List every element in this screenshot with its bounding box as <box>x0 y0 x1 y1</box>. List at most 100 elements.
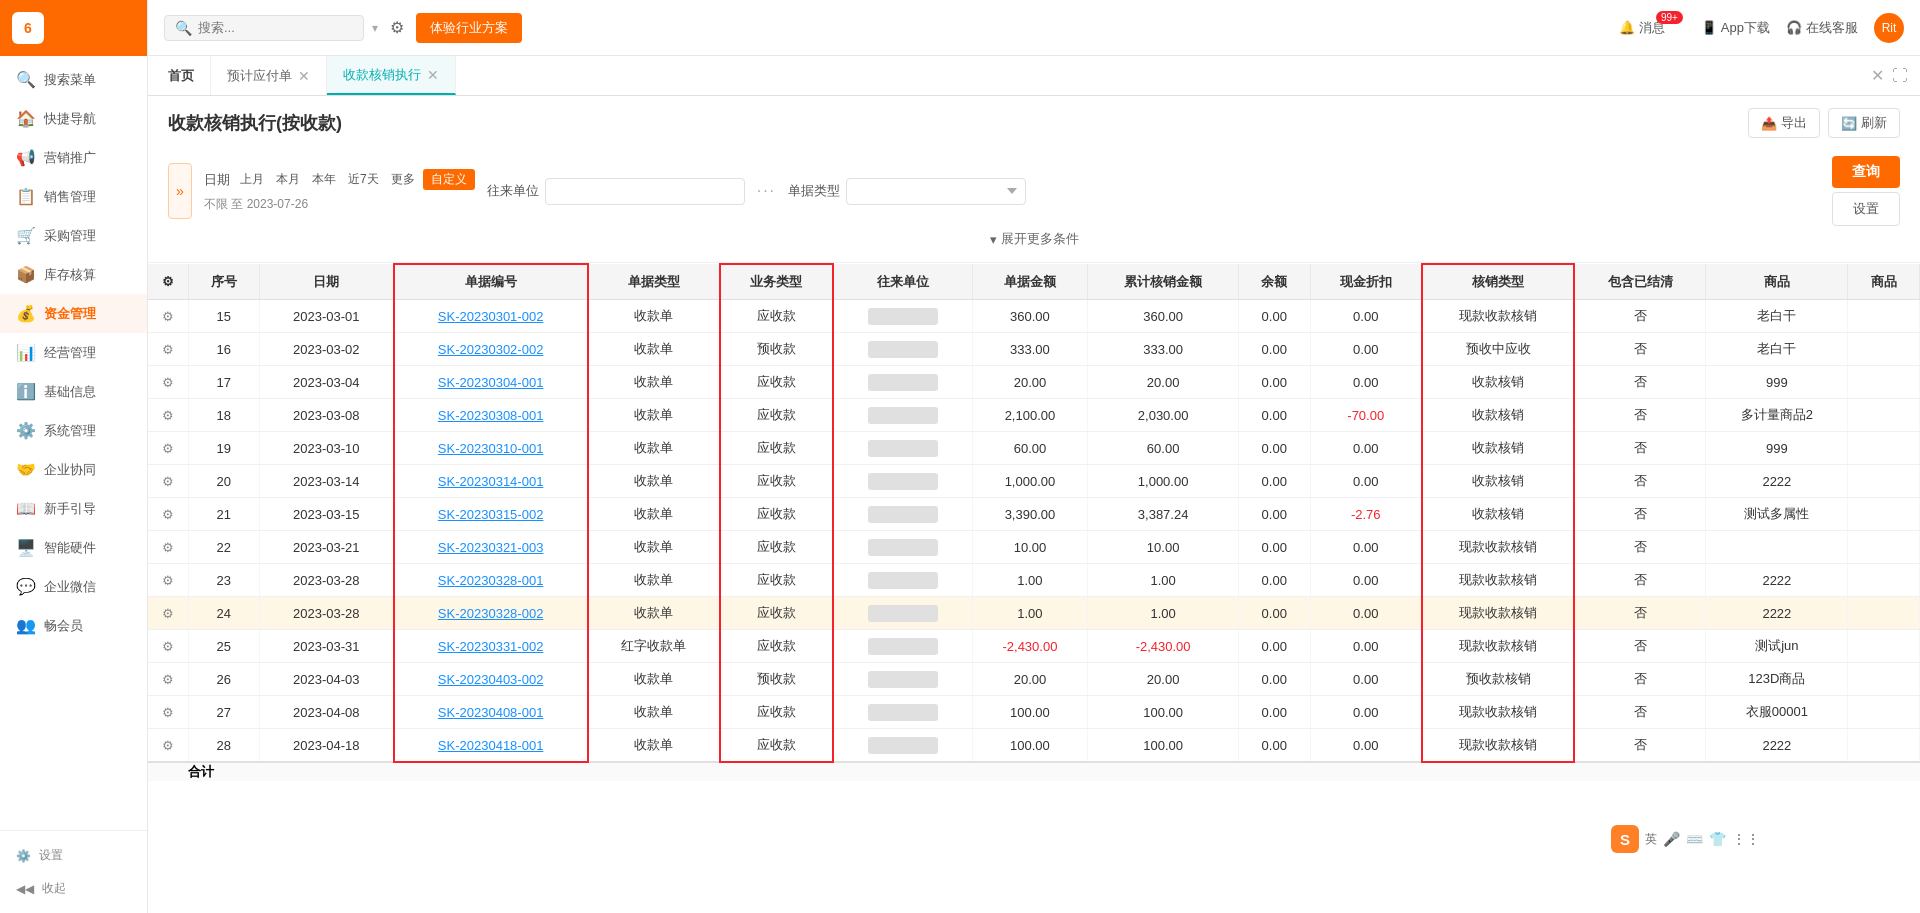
cell-amount: 1.00 <box>972 564 1088 597</box>
cell-gear[interactable]: ⚙ <box>148 597 188 630</box>
cell-vertype: 预收中应收 <box>1422 333 1574 366</box>
partner-cell-value <box>868 440 938 457</box>
expand-conditions-btn[interactable]: ▾ 展开更多条件 <box>168 226 1900 252</box>
cell-product2 <box>1848 498 1920 531</box>
topbar-search-box[interactable]: 🔍 <box>164 15 364 41</box>
filter-settings-button[interactable]: 设置 <box>1832 192 1900 226</box>
sidebar-item-operations[interactable]: 📊 经营管理 <box>0 333 147 372</box>
cell-settled: 否 <box>1574 729 1706 763</box>
sidebar-item-purchase[interactable]: 🛒 采购管理 <box>0 216 147 255</box>
table-row: ⚙ 24 2023-03-28 SK-20230328-002 收款单 应收款 … <box>148 597 1920 630</box>
cell-biztype: 应收款 <box>720 630 833 663</box>
cell-cumamt: 333.00 <box>1088 333 1239 366</box>
date-last-month[interactable]: 上月 <box>236 169 268 190</box>
cell-gear[interactable]: ⚙ <box>148 663 188 696</box>
sidebar-item-inventory[interactable]: 📦 库存核算 <box>0 255 147 294</box>
online-service-button[interactable]: 🎧 在线客服 <box>1786 19 1858 37</box>
topbar-gear-icon[interactable]: ⚙ <box>386 14 408 41</box>
date-this-month[interactable]: 本月 <box>272 169 304 190</box>
tab-maximize-icon[interactable]: ⛶ <box>1892 67 1908 85</box>
docno-link[interactable]: SK-20230301-002 <box>438 309 544 324</box>
tab-prepayments-close[interactable]: ✕ <box>298 68 310 84</box>
tab-prepayments-label: 预计应付单 <box>227 67 292 85</box>
sidebar-item-basics[interactable]: ℹ️ 基础信息 <box>0 372 147 411</box>
cell-product: 2222 <box>1706 564 1848 597</box>
topbar-chevron-icon[interactable]: ▾ <box>372 21 378 35</box>
refresh-button[interactable]: 🔄 刷新 <box>1828 108 1900 138</box>
sidebar-item-marketing[interactable]: 📢 营销推广 <box>0 138 147 177</box>
docno-link[interactable]: SK-20230304-001 <box>438 375 544 390</box>
date-this-year[interactable]: 本年 <box>308 169 340 190</box>
cell-gear[interactable]: ⚙ <box>148 531 188 564</box>
date-7days[interactable]: 近7天 <box>344 169 383 190</box>
cell-no: 26 <box>188 663 260 696</box>
cell-partner <box>833 465 972 498</box>
sidebar-item-system[interactable]: ⚙️ 系统管理 <box>0 411 147 450</box>
topbar-search-input[interactable] <box>198 20 318 35</box>
cell-docno: SK-20230310-001 <box>394 432 588 465</box>
sidebar-item-sales[interactable]: 📋 销售管理 <box>0 177 147 216</box>
tab-receipts[interactable]: 收款核销执行 ✕ <box>327 56 456 95</box>
docno-link[interactable]: SK-20230328-002 <box>438 606 544 621</box>
cell-gear[interactable]: ⚙ <box>148 399 188 432</box>
cell-gear[interactable]: ⚙ <box>148 696 188 729</box>
cell-gear[interactable]: ⚙ <box>148 630 188 663</box>
cell-gear[interactable]: ⚙ <box>148 333 188 366</box>
tab-close-all-icon[interactable]: ✕ <box>1871 66 1884 85</box>
sidebar-item-member[interactable]: 👥 畅会员 <box>0 606 147 645</box>
cell-gear[interactable]: ⚙ <box>148 498 188 531</box>
sidebar-item-guide[interactable]: 📖 新手引导 <box>0 489 147 528</box>
solution-button[interactable]: 体验行业方案 <box>416 13 522 43</box>
cell-gear[interactable]: ⚙ <box>148 300 188 333</box>
date-more[interactable]: 更多 <box>387 169 419 190</box>
cell-doctype: 收款单 <box>588 366 720 399</box>
docno-link[interactable]: SK-20230315-002 <box>438 507 544 522</box>
sidebar-item-search[interactable]: 🔍 搜索菜单 <box>0 60 147 99</box>
tab-home[interactable]: 首页 <box>152 56 211 95</box>
cell-settled: 否 <box>1574 663 1706 696</box>
sidebar-item-wechat[interactable]: 💬 企业微信 <box>0 567 147 606</box>
docno-link[interactable]: SK-20230328-001 <box>438 573 544 588</box>
docno-link[interactable]: SK-20230418-001 <box>438 738 544 753</box>
cell-gear[interactable]: ⚙ <box>148 729 188 763</box>
sidebar-item-enterprise[interactable]: 🤝 企业协同 <box>0 450 147 489</box>
col-header-no: 序号 <box>188 264 260 300</box>
docno-link[interactable]: SK-20230314-001 <box>438 474 544 489</box>
docno-link[interactable]: SK-20230302-002 <box>438 342 544 357</box>
col-header-gear[interactable]: ⚙ <box>148 264 188 300</box>
doctype-filter-select[interactable] <box>846 178 1026 205</box>
cell-gear[interactable]: ⚙ <box>148 564 188 597</box>
cell-date: 2023-03-21 <box>260 531 394 564</box>
cell-gear[interactable]: ⚙ <box>148 366 188 399</box>
chat-icon: 💬 <box>16 577 36 596</box>
docno-link[interactable]: SK-20230331-002 <box>438 639 544 654</box>
docno-link[interactable]: SK-20230321-003 <box>438 540 544 555</box>
sidebar-collapse-btn[interactable]: ◀◀ 收起 <box>0 872 147 905</box>
filter-expand-button[interactable]: » <box>168 163 192 219</box>
user-avatar[interactable]: Rit <box>1874 13 1904 43</box>
cell-doctype: 收款单 <box>588 564 720 597</box>
page-header: 收款核销执行(按收款) 📤 导出 🔄 刷新 <box>148 96 1920 146</box>
table-row: ⚙ 19 2023-03-10 SK-20230310-001 收款单 应收款 … <box>148 432 1920 465</box>
tab-prepayments[interactable]: 预计应付单 ✕ <box>211 56 327 95</box>
tab-receipts-close[interactable]: ✕ <box>427 67 439 83</box>
docno-link[interactable]: SK-20230308-001 <box>438 408 544 423</box>
docno-link[interactable]: SK-20230403-002 <box>438 672 544 687</box>
sidebar-item-hardware[interactable]: 🖥️ 智能硬件 <box>0 528 147 567</box>
app-download-button[interactable]: 📱 App下载 <box>1701 19 1770 37</box>
sidebar-item-quicknav[interactable]: 🏠 快捷导航 <box>0 99 147 138</box>
cell-gear[interactable]: ⚙ <box>148 432 188 465</box>
partner-filter-input[interactable] <box>545 178 745 205</box>
export-button[interactable]: 📤 导出 <box>1748 108 1820 138</box>
docno-link[interactable]: SK-20230408-001 <box>438 705 544 720</box>
cell-gear[interactable]: ⚙ <box>148 465 188 498</box>
sidebar-settings-btn[interactable]: ⚙️ 设置 <box>0 839 147 872</box>
cell-cumamt: 100.00 <box>1088 696 1239 729</box>
messages-button[interactable]: 🔔 消息 99+ <box>1619 19 1665 37</box>
sidebar-item-finance[interactable]: 💰 资金管理 <box>0 294 147 333</box>
query-button[interactable]: 查询 <box>1832 156 1900 188</box>
cell-partner <box>833 564 972 597</box>
date-custom-btn[interactable]: 自定义 <box>423 169 475 190</box>
cell-vertype: 现款收款核销 <box>1422 564 1574 597</box>
docno-link[interactable]: SK-20230310-001 <box>438 441 544 456</box>
